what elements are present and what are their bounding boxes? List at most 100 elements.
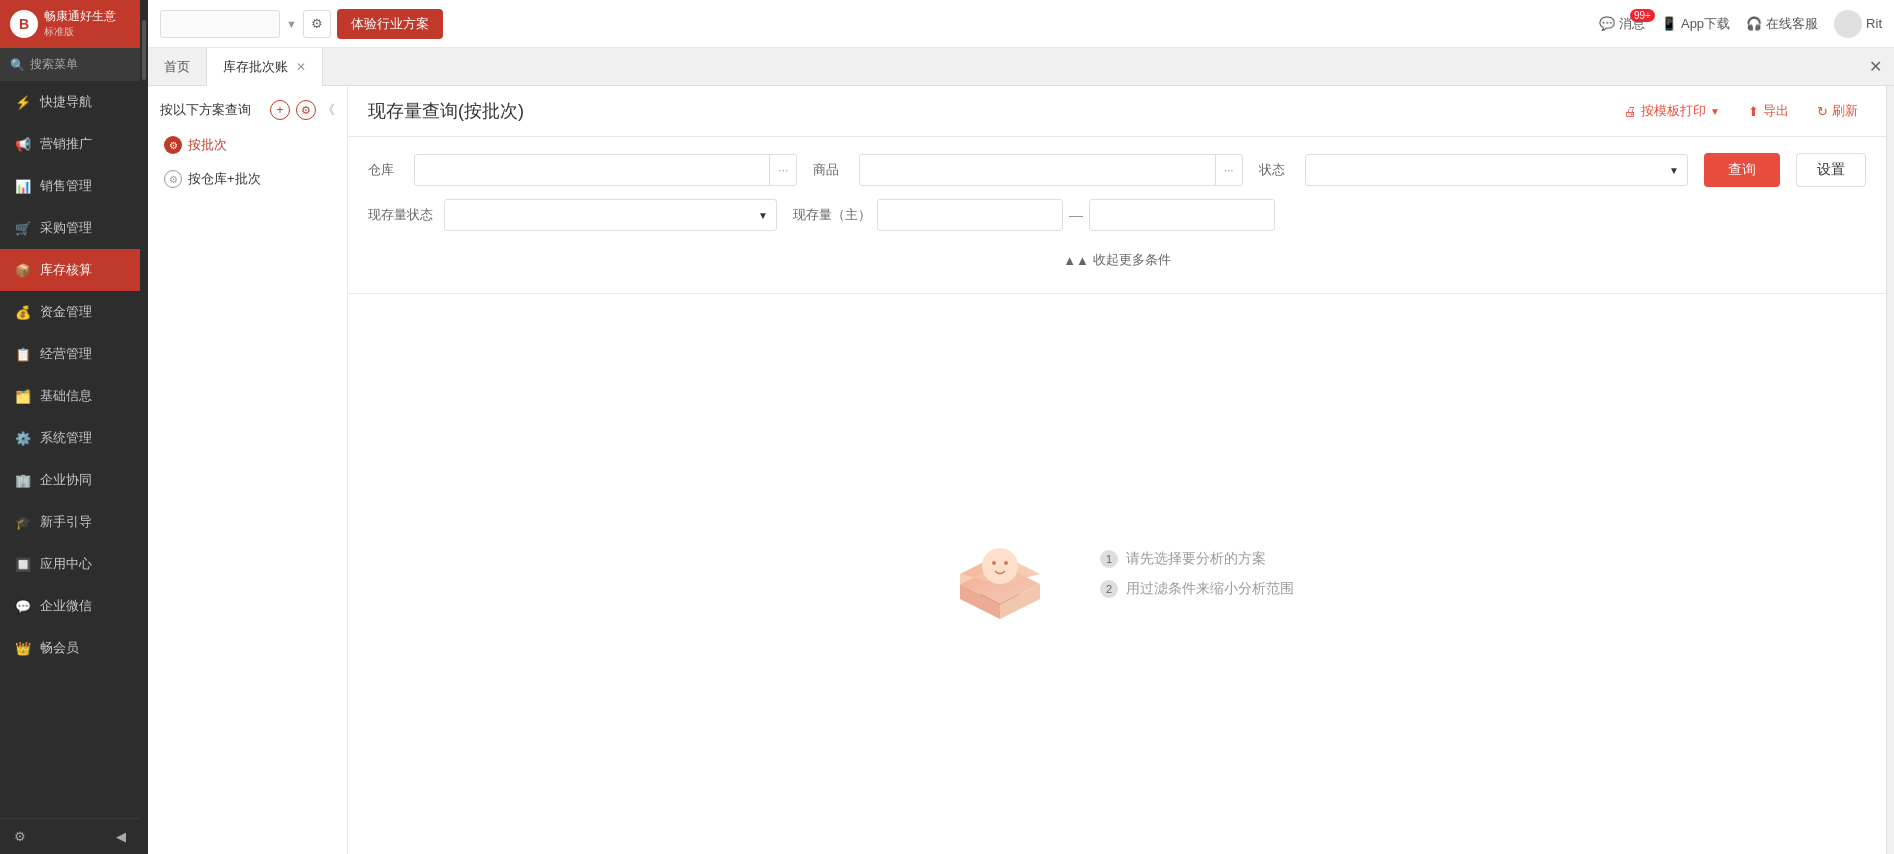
product-input-container: ···	[859, 154, 1242, 186]
sidebar: B 畅康通好生意 标准版 🔍 搜索菜单 ⚡ 快捷导航 📢 营销推广 📊 销售管理…	[0, 0, 140, 854]
collapse-up-icon: ▲▲	[1063, 253, 1089, 268]
plan-label-warehouse-batch: 按仓库+批次	[188, 170, 261, 188]
sidebar-item-inventory[interactable]: 📦 库存核算	[0, 249, 140, 291]
plan-item-warehouse-batch[interactable]: ⚙ 按仓库+批次	[148, 162, 347, 196]
right-scrollbar[interactable]	[1886, 86, 1894, 854]
warehouse-input[interactable]	[415, 163, 769, 178]
panel-title: 按以下方案查询	[160, 101, 251, 119]
plan-settings-btn[interactable]: ⚙	[296, 100, 316, 120]
nav-label-quick-nav: 快捷导航	[40, 93, 92, 111]
inventory-amount-separator: —	[1069, 207, 1083, 223]
inventory-status-dropdown-icon: ▼	[758, 210, 768, 221]
collapse-icon[interactable]: ◀	[116, 829, 126, 844]
tip-text-1: 请先选择要分析的方案	[1126, 550, 1266, 568]
collapse-label: 收起更多条件	[1093, 251, 1171, 269]
inventory-amount-from-input[interactable]	[877, 199, 1063, 231]
messages-btn[interactable]: 💬 消息 99+	[1599, 15, 1645, 33]
print-dropdown-icon: ▼	[1710, 106, 1720, 117]
sidebar-scroll-thumb	[142, 20, 146, 80]
topbar-gear-btn[interactable]: ⚙	[303, 10, 331, 38]
sidebar-item-operations[interactable]: 📋 经营管理	[0, 333, 140, 375]
topbar-chevron-icon: ▼	[286, 18, 297, 30]
left-panel: 按以下方案查询 + ⚙ 《 ⚙ 按批次 ⚙ 按仓库+批次	[148, 86, 348, 854]
svg-point-7	[1004, 561, 1008, 565]
tip-text-2: 用过滤条件来缩小分析范围	[1126, 580, 1294, 598]
print-icon: 🖨	[1624, 104, 1637, 119]
filter-settings-btn[interactable]: 设置	[1796, 153, 1866, 187]
nav-label-appstore: 应用中心	[40, 555, 92, 573]
filter-row-2: 现存量状态 ▼ 现存量（主） —	[368, 199, 1866, 231]
phone-icon: 📱	[1661, 16, 1677, 31]
page-content: 按以下方案查询 + ⚙ 《 ⚙ 按批次 ⚙ 按仓库+批次 现存量查询(按批次)	[148, 86, 1894, 854]
sidebar-scrollbar[interactable]	[140, 0, 148, 854]
nav-label-finance: 资金管理	[40, 303, 92, 321]
user-area[interactable]: Rit	[1834, 10, 1882, 38]
tabbar: 首页 库存批次账 ✕ ✕	[148, 48, 1894, 86]
query-btn[interactable]: 查询	[1704, 153, 1780, 187]
nav-label-operations: 经营管理	[40, 345, 92, 363]
svg-point-5	[982, 548, 1018, 584]
tab-home-label: 首页	[164, 58, 190, 76]
topbar-left: ▼ ⚙ 体验行业方案	[160, 9, 1589, 39]
tab-home[interactable]: 首页	[148, 48, 207, 86]
nav-label-inventory: 库存核算	[40, 261, 92, 279]
search-label: 搜索菜单	[30, 56, 78, 73]
svg-point-6	[992, 561, 996, 565]
page-title: 现存量查询(按批次)	[368, 99, 524, 123]
product-more-btn[interactable]: ···	[1215, 155, 1242, 185]
tab-area-close[interactable]: ✕	[1857, 48, 1894, 85]
product-field: 商品 ···	[813, 154, 1242, 186]
sidebar-item-marketing[interactable]: 📢 营销推广	[0, 123, 140, 165]
add-plan-btn[interactable]: +	[270, 100, 290, 120]
nav-icon-marketing: 📢	[14, 135, 32, 153]
online-service-btn[interactable]: 🎧 在线客服	[1746, 15, 1818, 33]
refresh-btn[interactable]: ↻ 刷新	[1809, 98, 1866, 124]
close-icon[interactable]: ✕	[1869, 57, 1882, 76]
empty-tip-2: 2 用过滤条件来缩小分析范围	[1100, 580, 1294, 598]
sidebar-search[interactable]: 🔍 搜索菜单	[0, 48, 140, 81]
left-panel-header: 按以下方案查询 + ⚙ 《	[148, 96, 347, 128]
sidebar-item-system[interactable]: ⚙️ 系统管理	[0, 417, 140, 459]
sidebar-item-newbie[interactable]: 🎓 新手引导	[0, 501, 140, 543]
inventory-status-select[interactable]: ▼	[444, 199, 777, 231]
try-industry-btn[interactable]: 体验行业方案	[337, 9, 443, 39]
online-service-label: 在线客服	[1766, 15, 1818, 33]
app-download-btn[interactable]: 📱 App下载	[1661, 15, 1730, 33]
topbar-search-input[interactable]	[160, 10, 280, 38]
tab-close-btn[interactable]: ✕	[296, 60, 306, 74]
nav-icon-appstore: 🔲	[14, 555, 32, 573]
plan-label-batch: 按批次	[188, 136, 227, 154]
sidebar-item-finance[interactable]: 💰 资金管理	[0, 291, 140, 333]
nav-icon-finance: 💰	[14, 303, 32, 321]
sidebar-item-vip[interactable]: 👑 畅会员	[0, 627, 140, 669]
tab-inventory-batch[interactable]: 库存批次账 ✕	[207, 48, 323, 86]
sidebar-item-quick-nav[interactable]: ⚡ 快捷导航	[0, 81, 140, 123]
empty-tip-1: 1 请先选择要分析的方案	[1100, 550, 1294, 568]
refresh-label: 刷新	[1832, 102, 1858, 120]
panel-collapse-btn[interactable]: 《	[322, 101, 335, 119]
sidebar-header: B 畅康通好生意 标准版	[0, 0, 140, 48]
sidebar-footer: ⚙ ◀	[0, 818, 140, 854]
collapse-more-btn[interactable]: ▲▲ 收起更多条件	[368, 243, 1866, 277]
inventory-status-label: 现存量状态	[368, 206, 438, 224]
sidebar-item-basics[interactable]: 🗂️ 基础信息	[0, 375, 140, 417]
plan-item-batch[interactable]: ⚙ 按批次	[148, 128, 347, 162]
sidebar-item-sales[interactable]: 📊 销售管理	[0, 165, 140, 207]
plan-icon-batch: ⚙	[164, 136, 182, 154]
sidebar-item-wechat[interactable]: 💬 企业微信	[0, 585, 140, 627]
status-select[interactable]: ▼	[1305, 154, 1688, 186]
export-btn[interactable]: ⬆ 导出	[1740, 98, 1797, 124]
print-btn[interactable]: 🖨 按模板打印 ▼	[1616, 98, 1728, 124]
product-input[interactable]	[860, 163, 1214, 178]
sidebar-item-purchase[interactable]: 🛒 采购管理	[0, 207, 140, 249]
nav-icon-inventory: 📦	[14, 261, 32, 279]
settings-icon[interactable]: ⚙	[14, 829, 26, 844]
inventory-amount-to-input[interactable]	[1089, 199, 1275, 231]
empty-content: 1 请先选择要分析的方案 2 用过滤条件来缩小分析范围	[940, 514, 1294, 634]
sidebar-item-enterprise[interactable]: 🏢 企业协同	[0, 459, 140, 501]
sidebar-item-appstore[interactable]: 🔲 应用中心	[0, 543, 140, 585]
product-label: 商品	[813, 161, 853, 179]
status-dropdown-icon: ▼	[1669, 165, 1679, 176]
warehouse-more-btn[interactable]: ···	[769, 155, 796, 185]
nav-label-marketing: 营销推广	[40, 135, 92, 153]
